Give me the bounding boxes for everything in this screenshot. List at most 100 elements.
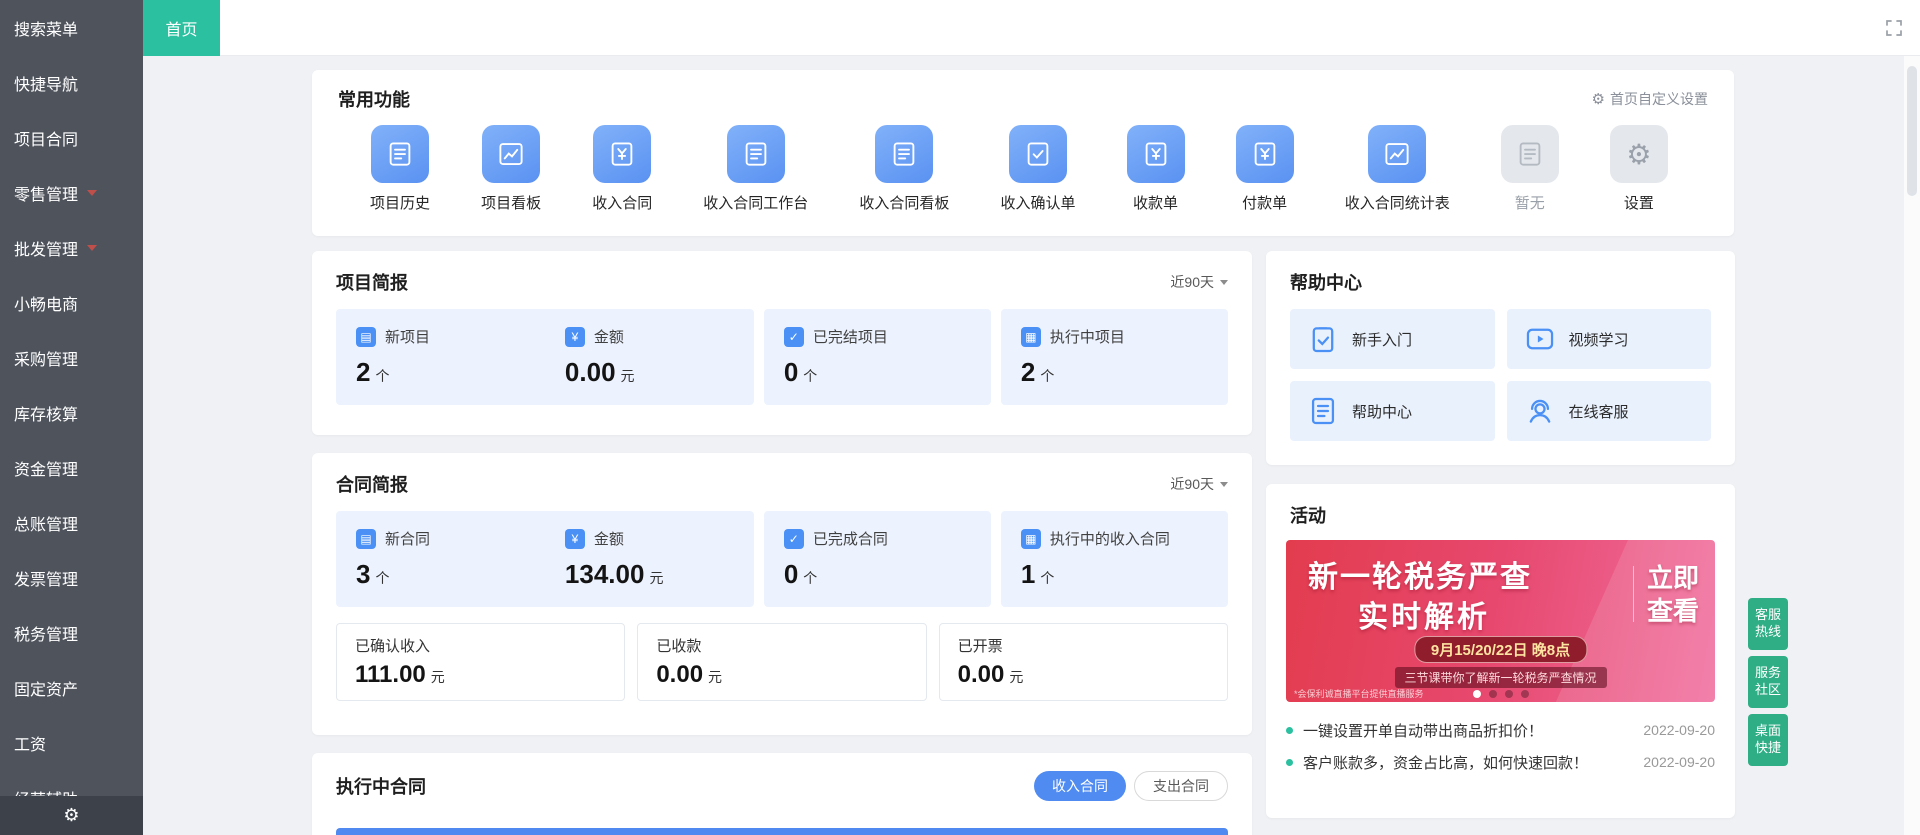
sidebar-item-label: 固定资产 — [14, 681, 79, 699]
quick-item-label: 收入合同 — [592, 195, 653, 212]
summary-invoiced: 已开票 0.00 元 — [938, 623, 1228, 701]
sidebar-item-general-ledger[interactable]: 总账管理 — [0, 495, 143, 550]
sidebar-item-label: 快捷导航 — [14, 76, 79, 94]
check-document-icon — [1008, 125, 1067, 183]
news-text: 一键设置开单自动带出商品折扣价！ — [1303, 722, 1544, 740]
document-icon — [726, 125, 785, 183]
quick-item-project-history[interactable]: 项目历史 — [370, 125, 430, 213]
running-contracts-card: 执行中合同 收入合同 支出合同 — [312, 753, 1252, 835]
topbar: 首页 — [143, 0, 1920, 56]
quick-access-card: 常用功能 ⚙ 首页自定义设置 项目历史 项目看板 收入合同 收入合同工作台 收入… — [312, 70, 1734, 236]
customer-hotline-button[interactable]: 客服 热线 — [1748, 598, 1788, 650]
banner-headline: 新一轮税务严查 — [1308, 561, 1532, 594]
quick-item-label: 收入合同看板 — [859, 195, 950, 212]
carousel-dot[interactable] — [1504, 690, 1513, 698]
stat-block: ▦ 执行中的收入合同 1个 — [1000, 511, 1228, 607]
service-community-button[interactable]: 服务 社区 — [1748, 656, 1788, 708]
sidebar-item-label: 项目合同 — [14, 131, 79, 149]
sidebar-item-search-menu[interactable]: 搜索菜单 — [0, 0, 143, 55]
tab-income-contract[interactable]: 收入合同 — [1034, 771, 1126, 801]
quick-item-payment[interactable]: 付款单 — [1235, 125, 1294, 213]
yuan-document-icon — [1126, 125, 1185, 183]
sidebar-item-ecommerce[interactable]: 小畅电商 — [0, 275, 143, 330]
quick-item-income-contract-report[interactable]: 收入合同统计表 — [1345, 125, 1450, 213]
document-icon — [875, 125, 934, 183]
sidebar-item-funds-mgmt[interactable]: 资金管理 — [0, 440, 143, 495]
sidebar-item-label: 税务管理 — [14, 626, 79, 644]
clipboard-check-icon — [1306, 322, 1340, 356]
yuan-document-icon — [593, 125, 652, 183]
tab-expense-contract[interactable]: 支出合同 — [1134, 771, 1228, 801]
yuan-document-icon — [1235, 125, 1294, 183]
sidebar-item-label: 零售管理 — [14, 186, 79, 204]
stat-block: ✓ 已完结项目 0个 — [763, 309, 991, 405]
sidebar-item-retail-mgmt[interactable]: 零售管理 — [0, 165, 143, 220]
contract-brief-card: 合同简报 近90天 ▤新合同 3个 ¥金额 134.00元 ✓已完成合同 — [312, 453, 1252, 735]
sidebar-item-label: 总账管理 — [14, 516, 79, 534]
sidebar-item-payroll[interactable]: 工资 — [0, 715, 143, 770]
quick-item-project-board[interactable]: 项目看板 — [481, 125, 541, 213]
carousel-dot[interactable] — [1488, 690, 1497, 698]
desktop-shortcut-button[interactable]: 桌面 快捷 — [1748, 714, 1788, 766]
sidebar-item-quick-nav[interactable]: 快捷导航 — [0, 55, 143, 110]
stat-block: ▤ 新项目 2个 ¥ 金额 0.00 元 — [336, 309, 754, 405]
help-center-title: 帮助中心 — [1290, 273, 1362, 293]
board-icon: ▦ — [1020, 326, 1041, 347]
scrollbar-track[interactable] — [1904, 56, 1920, 835]
sidebar-item-inventory-accounting[interactable]: 库存核算 — [0, 385, 143, 440]
help-item-label: 在线客服 — [1568, 403, 1629, 421]
banner-note: 三节课带你了解新一轮税务严查情况 — [1394, 667, 1607, 688]
activity-title: 活动 — [1290, 506, 1326, 526]
quick-item-income-confirmation[interactable]: 收入确认单 — [1000, 125, 1075, 213]
help-item-getting-started[interactable]: 新手入门 — [1290, 309, 1495, 369]
yuan-icon: ¥ — [564, 528, 585, 549]
sidebar-item-label: 批发管理 — [14, 241, 79, 259]
period-dropdown[interactable]: 近90天 — [1170, 474, 1228, 494]
sidebar-item-purchase-mgmt[interactable]: 采购管理 — [0, 330, 143, 385]
document-icon: ▤ — [356, 326, 376, 347]
contract-brief-title: 合同简报 — [336, 475, 408, 495]
promo-banner[interactable]: 新一轮税务严查 实时解析 立即 查看 9月15/20/22日 晚8点 三节课带你… — [1286, 540, 1715, 702]
period-dropdown[interactable]: 近90天 — [1170, 272, 1228, 292]
sidebar-item-tax-mgmt[interactable]: 税务管理 — [0, 605, 143, 660]
stat-block: ✓ 已完成合同 0个 — [763, 511, 991, 607]
scrollbar-thumb[interactable] — [1907, 66, 1917, 196]
period-label: 近90天 — [1170, 476, 1214, 492]
tab-home[interactable]: 首页 — [143, 0, 220, 56]
stat-new-projects: ▤ 新项目 2个 — [336, 326, 545, 388]
help-item-help-center[interactable]: 帮助中心 — [1290, 381, 1495, 441]
help-item-label: 帮助中心 — [1352, 403, 1413, 421]
sidebar-item-wholesale-mgmt[interactable]: 批发管理 — [0, 220, 143, 275]
quick-item-income-contract-workbench[interactable]: 收入合同工作台 — [703, 125, 808, 213]
sidebar-item-invoice-mgmt[interactable]: 发票管理 — [0, 550, 143, 605]
board-icon: ▦ — [1020, 528, 1041, 549]
quick-item-label: 收入确认单 — [1000, 195, 1076, 212]
help-item-video-learning[interactable]: 视频学习 — [1506, 309, 1711, 369]
stat-amount: ¥ 金额 0.00 元 — [545, 326, 754, 388]
sidebar-item-fixed-assets[interactable]: 固定资产 — [0, 660, 143, 715]
quick-item-income-contract[interactable]: 收入合同 — [592, 125, 652, 213]
quick-item-receipt[interactable]: 收款单 — [1126, 125, 1185, 213]
banner-schedule: 9月15/20/22日 晚8点 — [1413, 636, 1588, 663]
sidebar-item-project-contract[interactable]: 项目合同 — [0, 110, 143, 165]
chart-icon — [1368, 125, 1427, 183]
news-date: 2022-09-20 — [1643, 722, 1715, 738]
stat-block: ▦ 执行中项目 2个 — [1000, 309, 1228, 405]
sidebar-item-label: 小畅电商 — [14, 296, 79, 314]
help-item-online-service[interactable]: 在线客服 — [1506, 381, 1711, 441]
news-item[interactable]: 一键设置开单自动带出商品折扣价！ 2022-09-20 — [1286, 714, 1715, 746]
news-item[interactable]: 客户账款多，资金占比高，如何快速回款！ 2022-09-20 — [1286, 746, 1715, 778]
settings-gear-icon[interactable]: ⚙ — [63, 805, 79, 826]
fullscreen-icon[interactable] — [1884, 18, 1904, 38]
quick-item-income-contract-board[interactable]: 收入合同看板 — [859, 125, 949, 213]
homepage-customize-settings[interactable]: ⚙ 首页自定义设置 — [1592, 89, 1708, 109]
quick-item-settings[interactable]: ⚙ 设置 — [1609, 125, 1668, 213]
quick-item-empty[interactable]: 暂无 — [1500, 125, 1559, 213]
carousel-dot[interactable] — [1520, 690, 1529, 698]
carousel-dot[interactable] — [1472, 690, 1481, 698]
quick-item-label: 收款单 — [1133, 195, 1179, 212]
news-date: 2022-09-20 — [1643, 754, 1715, 770]
main-content: 常用功能 ⚙ 首页自定义设置 项目历史 项目看板 收入合同 收入合同工作台 收入… — [143, 56, 1904, 835]
quick-item-label: 付款单 — [1242, 195, 1288, 212]
banner-cta-button[interactable]: 立即 查看 — [1632, 562, 1699, 627]
